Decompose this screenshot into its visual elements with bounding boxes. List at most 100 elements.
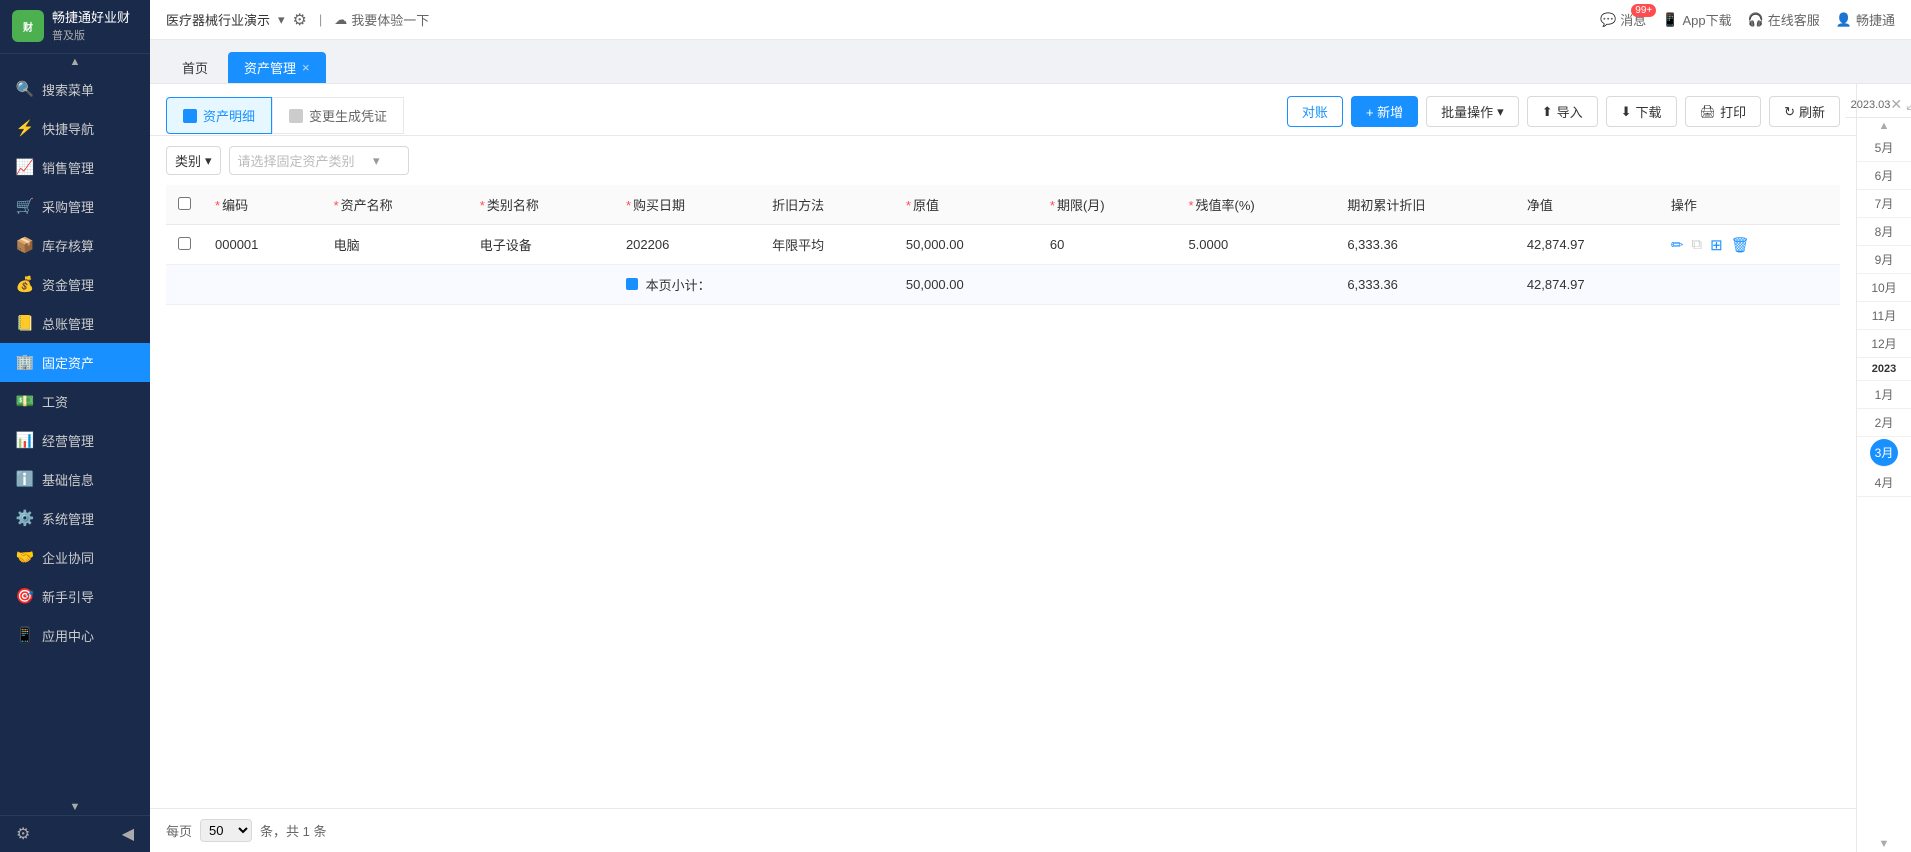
sidebar-item-system[interactable]: ⚙️ 系统管理 bbox=[0, 499, 150, 538]
sidebar-item-capital[interactable]: 💰 资金管理 bbox=[0, 265, 150, 304]
tab-asset-management[interactable]: 资产管理 × bbox=[228, 52, 326, 83]
refresh-btn[interactable]: ↻ 刷新 bbox=[1769, 96, 1840, 127]
panel-close-icon[interactable]: ✕ bbox=[1890, 96, 1902, 113]
right-panel-inner: 5月 6月 7月 8月 9月 10月 11月 12月 2023 1月 2月 3月… bbox=[1857, 134, 1911, 836]
management-icon: 📊 bbox=[16, 431, 34, 449]
sidebar-item-guide[interactable]: 🎯 新手引导 bbox=[0, 577, 150, 616]
panel-expand-icon[interactable]: ⤢ bbox=[1906, 96, 1911, 113]
th-depreciation-method: 折旧方法 bbox=[760, 185, 894, 225]
total-label: 条，共 1 条 bbox=[260, 821, 326, 840]
collapse-icon[interactable]: ◀ bbox=[122, 824, 134, 844]
experience-label: 我要体验一下 bbox=[351, 10, 429, 29]
download-btn[interactable]: ⬇ 下载 bbox=[1606, 96, 1677, 127]
month-11[interactable]: 11月 bbox=[1857, 302, 1911, 330]
logo-name: 畅捷通好业财 bbox=[52, 10, 130, 27]
sidebar-item-quick-nav[interactable]: ⚡ 快捷导航 bbox=[0, 109, 150, 148]
sidebar-bottom: ⚙ ◀ bbox=[0, 815, 150, 852]
sidebar-item-ledger[interactable]: 📒 总账管理 bbox=[0, 304, 150, 343]
tab-home[interactable]: 首页 bbox=[166, 52, 224, 83]
app-download-btn[interactable]: 📱 App下载 bbox=[1662, 10, 1731, 29]
filter-label: 类别 bbox=[175, 151, 201, 170]
sidebar-scroll-down[interactable]: ▼ bbox=[0, 799, 150, 815]
action-icons: ✏ ⧉ ⊞ 🗑 bbox=[1671, 236, 1828, 254]
sidebar-item-basic-info[interactable]: ℹ️ 基础信息 bbox=[0, 460, 150, 499]
messages-badge: 99+ bbox=[1631, 4, 1656, 17]
td-category: 电子设备 bbox=[468, 225, 614, 265]
subtab-change-voucher[interactable]: 变更生成凭证 bbox=[272, 97, 404, 134]
quick-nav-icon: ⚡ bbox=[16, 119, 34, 137]
month-4[interactable]: 4月 bbox=[1857, 469, 1911, 497]
customer-service-btn[interactable]: 🎧 在线客服 bbox=[1748, 10, 1820, 29]
sidebar-item-label: 工资 bbox=[42, 392, 68, 411]
experience-btn[interactable]: ☁ 我要体验一下 bbox=[334, 10, 429, 29]
panel-scroll-up[interactable]: ▲ bbox=[1877, 118, 1892, 134]
user-label: 畅捷通 bbox=[1856, 10, 1895, 29]
import-icon: ⬆ bbox=[1542, 104, 1553, 120]
sales-icon: 📈 bbox=[16, 158, 34, 176]
logo-text-block: 畅捷通好业财 普及版 bbox=[52, 10, 130, 43]
new-btn[interactable]: + 新增 bbox=[1351, 96, 1418, 127]
td-subtotal-empty-2 bbox=[203, 265, 322, 305]
message-icon: 💬 bbox=[1600, 12, 1616, 28]
month-1[interactable]: 1月 bbox=[1857, 381, 1911, 409]
sidebar-item-app-center[interactable]: 📱 应用中心 bbox=[0, 616, 150, 655]
sidebar-item-label: 快捷导航 bbox=[42, 119, 94, 138]
sidebar-item-management[interactable]: 📊 经营管理 bbox=[0, 421, 150, 460]
import-btn[interactable]: ⬆ 导入 bbox=[1527, 96, 1598, 127]
month-3-active[interactable]: 3月 bbox=[1870, 439, 1898, 467]
sidebar-item-search[interactable]: 🔍 搜索菜单 bbox=[0, 70, 150, 109]
panel-scroll-down[interactable]: ▼ bbox=[1877, 836, 1892, 852]
th-code: *编码 bbox=[203, 185, 322, 225]
print-icon: 🖨 bbox=[1700, 104, 1717, 120]
settings-icon[interactable]: ⚙ bbox=[16, 824, 30, 844]
gear-icon[interactable]: ⚙ bbox=[293, 10, 307, 30]
th-purchase-date: *购买日期 bbox=[614, 185, 760, 225]
month-9[interactable]: 9月 bbox=[1857, 246, 1911, 274]
sidebar-item-enterprise[interactable]: 🤝 企业协同 bbox=[0, 538, 150, 577]
month-6[interactable]: 6月 bbox=[1857, 162, 1911, 190]
print-btn[interactable]: 🖨 打印 bbox=[1685, 96, 1762, 127]
tab-close-icon[interactable]: × bbox=[302, 60, 310, 75]
copy-icon[interactable]: ⧉ bbox=[1691, 236, 1702, 253]
payroll-icon: 💵 bbox=[16, 392, 34, 410]
sidebar-scroll-up[interactable]: ▲ bbox=[0, 54, 150, 70]
batch-btn[interactable]: 批量操作 ▾ bbox=[1426, 96, 1519, 127]
subtab-asset-detail[interactable]: 资产明细 bbox=[166, 97, 272, 134]
tab-home-label: 首页 bbox=[182, 58, 208, 77]
sidebar-item-label: 销售管理 bbox=[42, 158, 94, 177]
table-header: *编码 *资产名称 *类别名称 *购买日期 折旧方法 *原值 *期限(月) *残… bbox=[166, 185, 1840, 225]
enterprise-icon: 🤝 bbox=[16, 548, 34, 566]
select-all-checkbox[interactable] bbox=[178, 197, 191, 210]
divider: | bbox=[319, 12, 322, 27]
sidebar-item-label: 企业协同 bbox=[42, 548, 94, 567]
month-12[interactable]: 12月 bbox=[1857, 330, 1911, 358]
transfer-icon[interactable]: ⊞ bbox=[1710, 236, 1723, 254]
filter-placeholder: 请选择固定资产类别 bbox=[238, 151, 355, 170]
delete-icon[interactable]: 🗑 bbox=[1731, 236, 1750, 254]
sidebar-item-payroll[interactable]: 💵 工资 bbox=[0, 382, 150, 421]
td-checkbox[interactable] bbox=[166, 225, 203, 265]
toolbar-actions: 对账 + 新增 批量操作 ▾ ⬆ 导入 ⬇ 下载 🖨 bbox=[1287, 96, 1840, 135]
month-8[interactable]: 8月 bbox=[1857, 218, 1911, 246]
sidebar-item-sales[interactable]: 📈 销售管理 bbox=[0, 148, 150, 187]
sidebar-item-inventory[interactable]: 📦 库存核算 bbox=[0, 226, 150, 265]
row-checkbox[interactable] bbox=[178, 237, 191, 250]
messages-btn[interactable]: 💬 消息 99+ bbox=[1600, 10, 1646, 29]
month-7[interactable]: 7月 bbox=[1857, 190, 1911, 218]
user-btn[interactable]: 👤 畅捷通 bbox=[1836, 10, 1895, 29]
category-filter-select[interactable]: 类别 ▾ bbox=[166, 146, 221, 175]
inventory-icon: 📦 bbox=[16, 236, 34, 254]
per-page-select[interactable]: 50 20 100 bbox=[200, 819, 252, 842]
download-label: 下载 bbox=[1636, 102, 1662, 121]
sidebar-item-fixed-assets[interactable]: 🏢 固定资产 bbox=[0, 343, 150, 382]
month-10[interactable]: 10月 bbox=[1857, 274, 1911, 302]
company-dropdown[interactable]: ▾ bbox=[278, 12, 285, 28]
sidebar-item-label: 固定资产 bbox=[42, 353, 94, 372]
td-subtotal-empty-4 bbox=[468, 265, 614, 305]
month-5[interactable]: 5月 bbox=[1857, 134, 1911, 162]
edit-icon[interactable]: ✏ bbox=[1671, 236, 1684, 254]
sidebar-item-purchase[interactable]: 🛒 采购管理 bbox=[0, 187, 150, 226]
account-btn[interactable]: 对账 bbox=[1287, 96, 1343, 127]
category-filter-input[interactable]: 请选择固定资产类别 ▾ bbox=[229, 146, 409, 175]
month-2[interactable]: 2月 bbox=[1857, 409, 1911, 437]
